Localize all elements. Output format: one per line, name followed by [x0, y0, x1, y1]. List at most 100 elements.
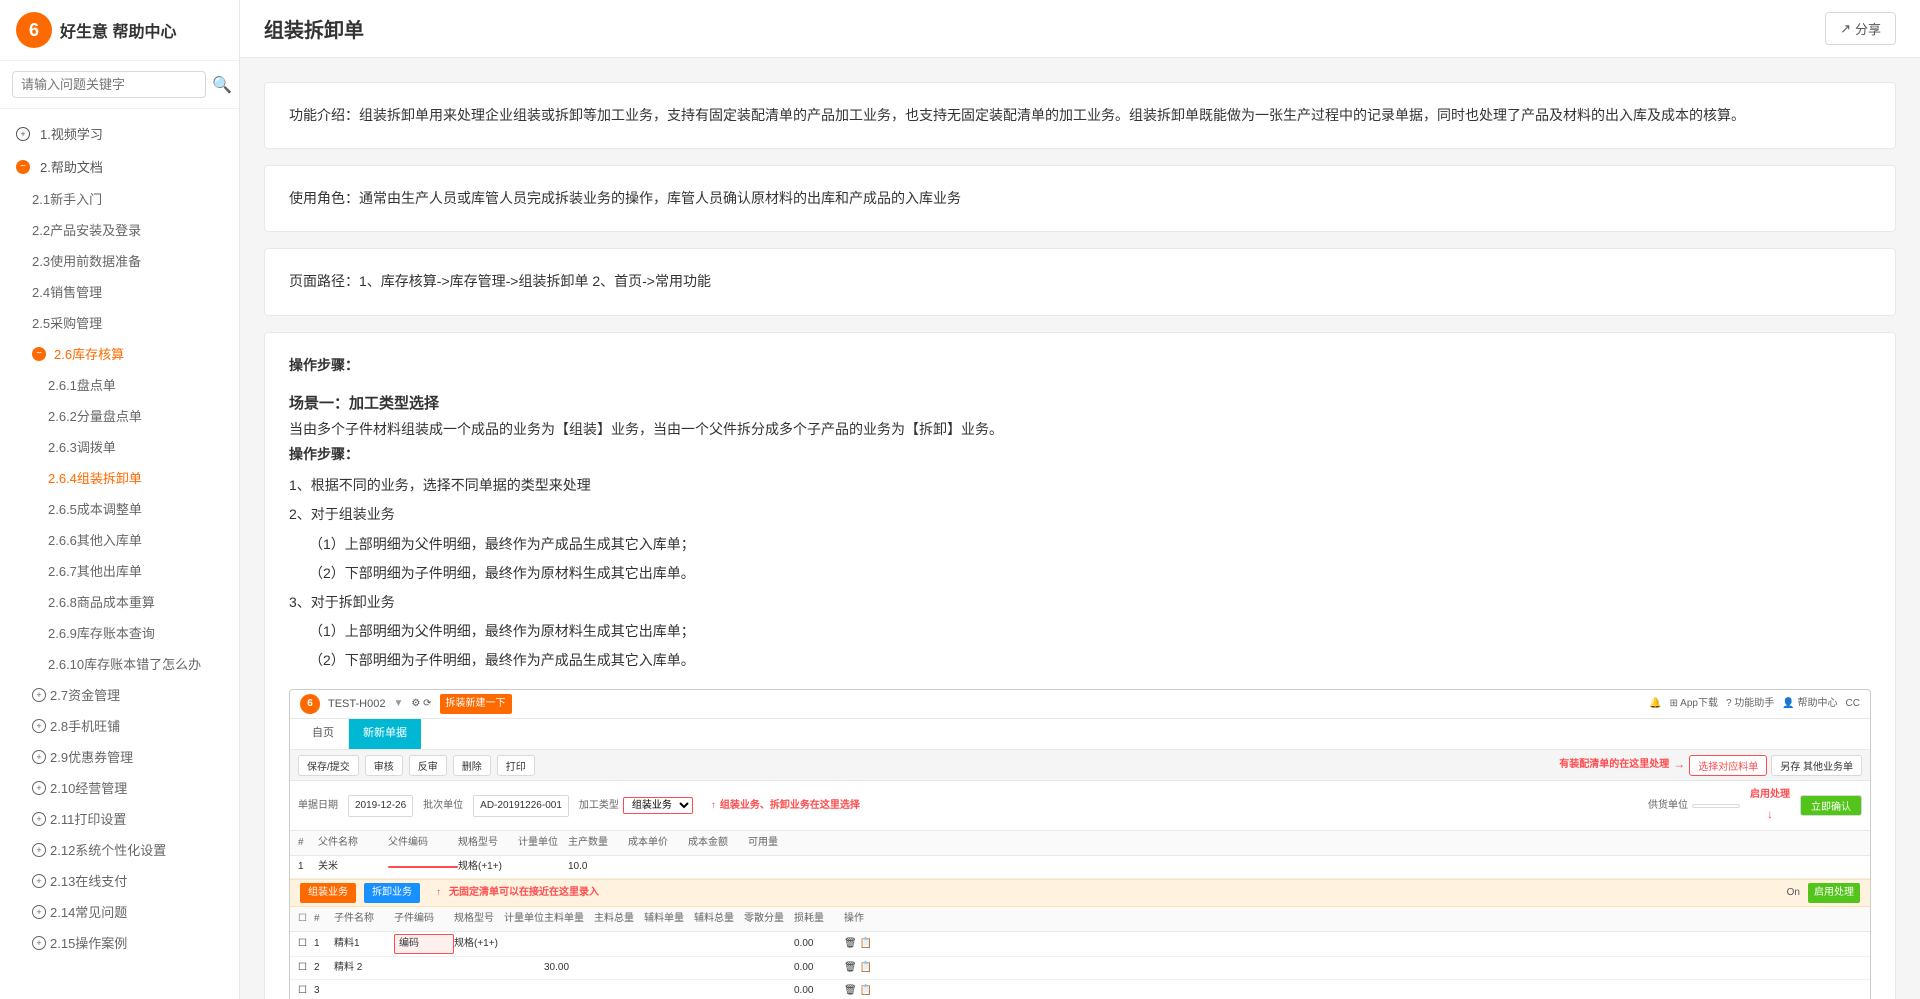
- sidebar-sub-2-6-8[interactable]: 2.6.8商品成本重算: [0, 586, 239, 617]
- app-icon-apps: ⊞ App下载: [1670, 695, 1718, 713]
- ann-arrow4: ↓: [1767, 804, 1773, 826]
- cr1-num: 1: [314, 935, 334, 953]
- app-icon-help: ? 功能助手: [1726, 695, 1774, 713]
- btn-save[interactable]: 保存/提交: [298, 755, 359, 776]
- btn-print[interactable]: 打印: [497, 755, 535, 776]
- annotation-area4: 供货单位: [1648, 797, 1740, 815]
- tab-self: 自页: [298, 719, 349, 749]
- cr1-ops: 🗑 📋: [844, 935, 884, 953]
- ann-arrow3: ↑: [711, 797, 716, 815]
- op-steps2-label: 操作步骤：: [289, 442, 1871, 467]
- sidebar-sub-2-14[interactable]: + 2.14常见问题: [0, 896, 239, 927]
- sidebar-sub-2-2[interactable]: 2.2产品安装及登录: [0, 214, 239, 245]
- sidebar-sub-2-6[interactable]: − 2.6库存核算: [0, 338, 239, 369]
- sidebar-sub-2-6-5[interactable]: 2.6.5成本调整单: [0, 493, 239, 524]
- step2: 2、对于组装业务: [289, 502, 1871, 527]
- cr2-num: 2: [314, 959, 334, 977]
- parent-table-row1: 1 关米 规格(+1+) 10.0: [290, 856, 1870, 879]
- cell-num: 1: [298, 858, 318, 876]
- sidebar-sub-2-6-7[interactable]: 2.6.7其他出库单: [0, 555, 239, 586]
- col2-h-spec: 规格型号: [454, 910, 504, 928]
- btn-config-list[interactable]: 选择对应料单: [1689, 755, 1767, 776]
- sidebar-sub-2-15[interactable]: + 2.15操作案例: [0, 927, 239, 958]
- annotation-area1: 有装配清单的在这里处理 → 选择对应料单 另存 其他业务单: [1559, 754, 1862, 776]
- form-type-select[interactable]: 组装业务 拆卸业务: [623, 797, 693, 814]
- sidebar-sub-2-7[interactable]: + 2.7资金管理: [0, 679, 239, 710]
- share-icon: ↗: [1840, 21, 1851, 37]
- col-h-spec: 规格型号: [458, 834, 518, 852]
- sidebar-sub-2-11[interactable]: + 2.11打印设置: [0, 803, 239, 834]
- page-title: 组装拆卸单: [264, 14, 364, 43]
- btn-unapprove[interactable]: 反审: [409, 755, 447, 776]
- col2-h-loss: 损耗量: [794, 910, 844, 928]
- sidebar-sub-2-10[interactable]: + 2.10经营管理: [0, 772, 239, 803]
- col2-h-mqty: 主料单量: [544, 910, 594, 928]
- search-button[interactable]: 🔍: [212, 75, 232, 95]
- ann4-area: 启用处理 ↓: [1750, 786, 1790, 826]
- sidebar-sub-2-6-1[interactable]: 2.6.1盘点单: [0, 369, 239, 400]
- logo-icon: 6: [16, 12, 52, 48]
- child-row-2: ☐ 2 精料 2 30.00 0.00 🗑 📋: [290, 957, 1870, 980]
- annotation-area3: ↑ 组装业务、拆卸业务在这里选择: [711, 797, 860, 815]
- ann-text5: 无固定清单可以在接近在这里录入: [449, 884, 599, 902]
- sidebar-sub-2-6-10[interactable]: 2.6.10库存账本错了怎么办: [0, 648, 239, 679]
- sidebar-sub-2-6-2[interactable]: 2.6.2分量盘点单: [0, 400, 239, 431]
- search-input[interactable]: [12, 71, 206, 98]
- col-h-cprice: 成本单价: [628, 834, 688, 852]
- op-steps-card: 操作步骤： 场景一：加工类型选择 当由多个子件材料组装成一个成品的业务为【组装】…: [264, 332, 1896, 999]
- share-button[interactable]: ↗ 分享: [1825, 12, 1896, 45]
- sidebar-sub-2-9[interactable]: + 2.9优惠券管理: [0, 741, 239, 772]
- child-table-header: ☐ # 子件名称 子件编码 规格型号 计量单位 主料单量 主料总量 辅料单量 辅…: [290, 907, 1870, 932]
- minus-icon-2: −: [32, 347, 46, 361]
- sidebar-sub-2-4[interactable]: 2.4销售管理: [0, 276, 239, 307]
- cr2-loss: 0.00: [794, 959, 844, 977]
- step1: 1、根据不同的业务，选择不同单据的类型来处理: [289, 473, 1871, 498]
- sidebar-sub-2-13[interactable]: + 2.13在线支付: [0, 865, 239, 896]
- cell-pcode-input[interactable]: [388, 866, 458, 868]
- app-form-row: 单据日期 2019-12-26 批次单位 AD-20191226-001 加工类…: [290, 781, 1870, 832]
- cr1-code-input[interactable]: 编码: [394, 934, 454, 954]
- step3-sub2: （2）下部明细为子件明细，最终作为产成品生成其它入库单。: [309, 648, 1871, 673]
- sidebar-item-docs[interactable]: − 2.帮助文档: [0, 150, 239, 183]
- sidebar-sub-2-12[interactable]: + 2.12系统个性化设置: [0, 834, 239, 865]
- step2-sub2: （2）下部明细为子件明细，最终作为原材料生成其它出库单。: [309, 561, 1871, 586]
- sidebar-sub-2-6-9[interactable]: 2.6.9库存账本查询: [0, 617, 239, 648]
- screenshot-area: 6 TEST-H002 ▼ ⚙ ⟳ 拆装新建一下 🔔 ⊞ App下载 ? 功能助…: [289, 689, 1871, 999]
- sidebar-sub-2-6-6[interactable]: 2.6.6其他入库单: [0, 524, 239, 555]
- col-h-avail: 可用量: [748, 834, 808, 852]
- btn-approve[interactable]: 审核: [365, 755, 403, 776]
- scenario1-desc: 当由多个子件材料组装成一个成品的业务为【组装】业务，当由一个父件拆分成多个子产品…: [289, 417, 1871, 442]
- btn-delete[interactable]: 删除: [453, 755, 491, 776]
- sidebar-sub-2-6-3[interactable]: 2.6.3调拨单: [0, 431, 239, 462]
- app-topbar: 6 TEST-H002 ▼ ⚙ ⟳ 拆装新建一下 🔔 ⊞ App下载 ? 功能助…: [290, 690, 1870, 719]
- sidebar-sub-2-1[interactable]: 2.1新手入门: [0, 183, 239, 214]
- sidebar-sub-2-6-4[interactable]: 2.6.4组装拆卸单: [0, 462, 239, 493]
- plus-icon: +: [16, 127, 30, 141]
- sidebar-sub-2-8[interactable]: + 2.8手机旺铺: [0, 710, 239, 741]
- step2-sub1: （1）上部明细为父件明细，最终作为产成品生成其它入库单；: [309, 532, 1871, 557]
- sidebar-item-video[interactable]: + 1.视频学习: [0, 117, 239, 150]
- search-box: 🔍: [0, 61, 239, 109]
- sidebar: 6 好生意 帮助中心 🔍 + 1.视频学习 − 2.帮助文档 2.1新手入门 2…: [0, 0, 240, 999]
- app-id: TEST-H002: [328, 695, 385, 715]
- btn-confirm[interactable]: 立即确认: [1800, 795, 1862, 816]
- badge-assembly: 组装业务: [300, 883, 356, 903]
- cr2-check[interactable]: ☐: [298, 959, 314, 977]
- form-label-type: 加工类型: [579, 797, 619, 815]
- path-text: 页面路径：1、库存核算->库存管理->组装拆卸单 2、首页->常用功能: [289, 269, 1871, 294]
- role-card: 使用角色：通常由生产人员或库管人员完成拆装业务的操作，库管人员确认原材料的出库和…: [264, 165, 1896, 232]
- main-area: 组装拆卸单 ↗ 分享 功能介绍：组装拆卸单用来处理企业组装或拆卸等加工业务，支持…: [240, 0, 1920, 999]
- btn-other[interactable]: 另存 其他业务单: [1771, 755, 1862, 776]
- app-toolbar: 保存/提交 审核 反审 删除 打印 有装配清单的在这里处理 → 选择对应料单 另…: [290, 750, 1870, 781]
- scenario1-title: 场景一：加工类型选择: [289, 390, 1871, 417]
- form-label-supplier: 供货单位: [1648, 797, 1688, 815]
- col2-h-unit: 计量单位: [504, 910, 544, 928]
- col2-h-ccode: 子件编码: [394, 910, 454, 928]
- type-selector-area: 加工类型 组装业务 拆卸业务: [579, 797, 693, 815]
- sidebar-item-video-label: 1.视频学习: [40, 124, 103, 143]
- sidebar-sub-2-5[interactable]: 2.5采购管理: [0, 307, 239, 338]
- sidebar-sub-2-3[interactable]: 2.3使用前数据准备: [0, 245, 239, 276]
- app-title: 好生意 帮助中心: [60, 18, 176, 42]
- app-icon-avatar: CC: [1846, 695, 1860, 713]
- cr1-check[interactable]: ☐: [298, 935, 314, 953]
